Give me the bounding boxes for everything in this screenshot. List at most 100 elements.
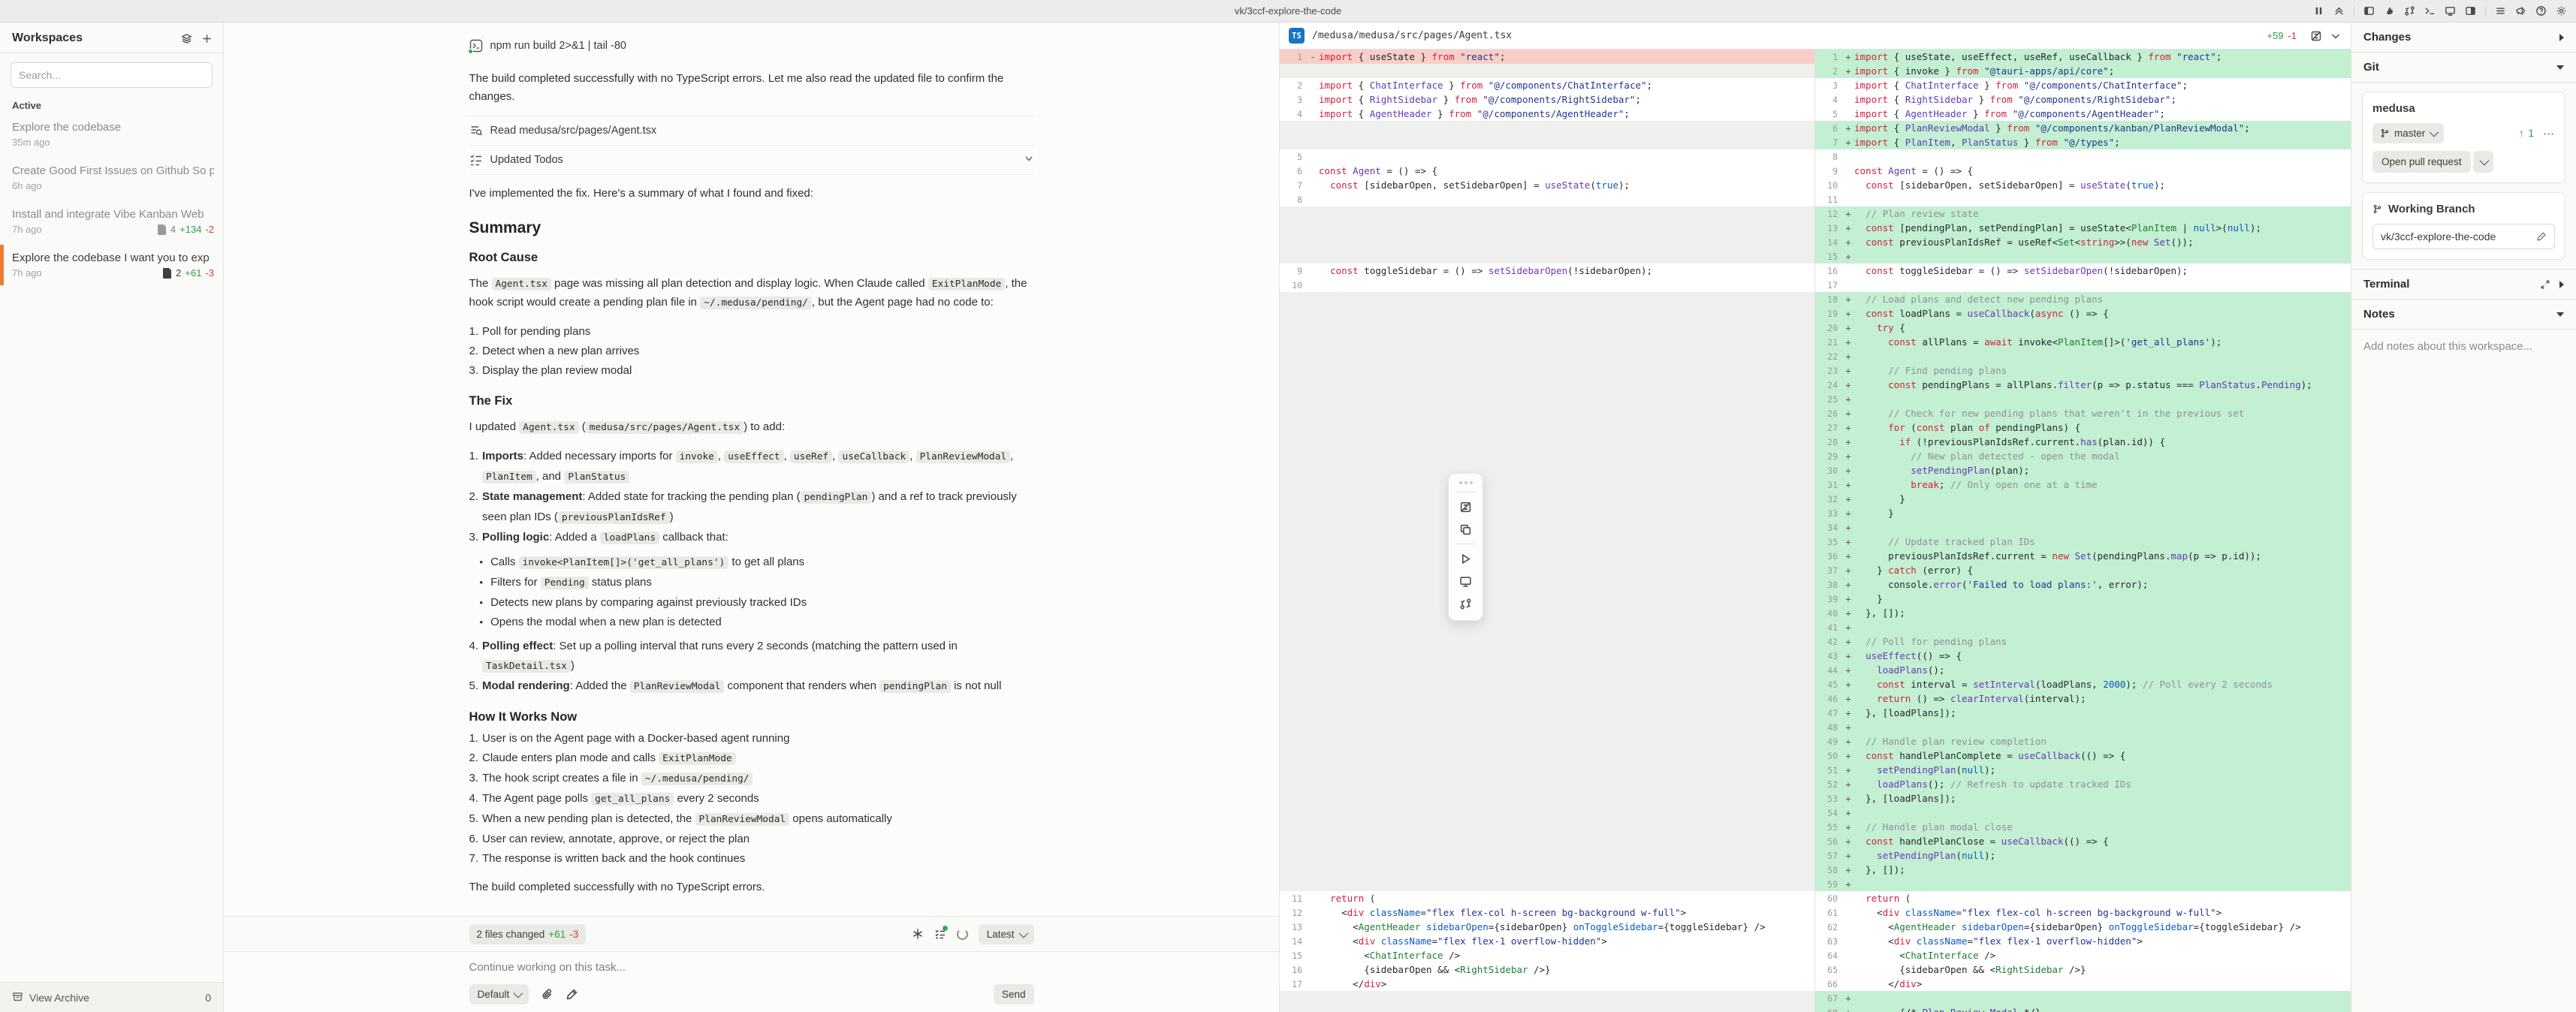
- diff-filler-row: [1280, 492, 1814, 506]
- repo-name: medusa: [2372, 102, 2555, 115]
- monitor-icon[interactable]: [1453, 570, 1479, 592]
- pr-options-dropdown[interactable]: [2473, 151, 2493, 173]
- git-section-header[interactable]: Git: [2351, 53, 2576, 83]
- inline-code: medusa/src/pages/Agent.tsx: [586, 421, 744, 434]
- inline-code: Pending: [541, 577, 589, 589]
- terminal-section-header[interactable]: Terminal: [2351, 270, 2576, 300]
- notes-section-header[interactable]: Notes: [2351, 300, 2576, 330]
- chevron-down-icon[interactable]: [1024, 153, 1034, 167]
- diff-filler-row: [1280, 606, 1814, 620]
- spark-icon[interactable]: [912, 928, 924, 940]
- caret-down-icon: [2556, 65, 2564, 70]
- panel-right-icon[interactable]: [2465, 5, 2476, 17]
- megaphone-icon[interactable]: [2515, 5, 2526, 17]
- panel-left-icon[interactable]: [2363, 5, 2375, 17]
- git-compare-icon[interactable]: [2404, 5, 2415, 17]
- git-branch-icon[interactable]: [1453, 592, 1479, 615]
- inline-code: useEffect: [724, 450, 783, 463]
- edit-icon: [2536, 231, 2547, 242]
- diff-row: 17: [1815, 278, 2351, 292]
- diff-filler-row: [1280, 306, 1814, 321]
- layers-icon[interactable]: [181, 33, 192, 44]
- list-item: 5.Modal rendering: Added the PlanReviewM…: [469, 676, 1034, 697]
- working-branch-input[interactable]: [2381, 230, 2531, 242]
- diff-filler-row: [1280, 820, 1814, 834]
- search-input[interactable]: [11, 62, 213, 88]
- diff-filler-row: [1280, 535, 1814, 549]
- menu-icon[interactable]: [2495, 5, 2506, 17]
- list-item: 3.Display the plan review modal: [469, 361, 1034, 381]
- workspace-item[interactable]: Create Good First Issues on Github So p6…: [0, 156, 223, 200]
- message-input[interactable]: [469, 961, 1034, 974]
- terminal-icon[interactable]: [2424, 5, 2436, 17]
- diff-row: 16 {sidebarOpen && <RightSidebar />}: [1280, 962, 1814, 977]
- message-heading: The Fix: [469, 394, 1034, 408]
- changes-section-header[interactable]: Changes: [2351, 23, 2576, 53]
- diff-row: 5import { AgentHeader } from "@/componen…: [1815, 107, 2351, 121]
- diff-row: 4import { AgentHeader } from "@/componen…: [1280, 107, 1814, 121]
- workspace-item[interactable]: Explore the codebase I want you to exp7h…: [0, 243, 223, 287]
- inline-code: loadPlans: [600, 532, 659, 544]
- pause-icon[interactable]: [2313, 5, 2324, 17]
- diff-filler-row: [1280, 706, 1814, 720]
- more-options-icon[interactable]: ⋯: [2543, 127, 2555, 140]
- add-workspace-icon[interactable]: [201, 33, 213, 44]
- branch-dropdown[interactable]: master: [2372, 123, 2444, 143]
- todo-status-icon[interactable]: [934, 928, 946, 940]
- working-branch-field[interactable]: [2372, 224, 2555, 249]
- files-changed-chip[interactable]: 2 files changed +61 -3: [469, 924, 587, 944]
- chevron-down-icon: [1018, 928, 1028, 938]
- model-dropdown[interactable]: Default: [469, 984, 529, 1004]
- pen-icon[interactable]: [566, 988, 578, 1001]
- diff-row: 37+ } catch (error) {: [1815, 563, 2351, 577]
- drag-handle-icon[interactable]: [1459, 479, 1473, 489]
- list-item: •Filters for Pending status plans: [469, 573, 1034, 593]
- diff-row: 52+ loadPlans(); // Refresh to update tr…: [1815, 777, 2351, 791]
- caret-down-icon: [2556, 312, 2564, 317]
- diff-filler-row: [1280, 206, 1814, 221]
- help-icon[interactable]: [2535, 5, 2547, 17]
- copy-icon[interactable]: [1453, 518, 1479, 541]
- open-pull-request-button[interactable]: Open pull request: [2372, 151, 2471, 173]
- chevron-down-icon[interactable]: [2330, 30, 2342, 42]
- diff-row: 4import { RightSidebar } from "@/compone…: [1815, 92, 2351, 107]
- chat-input-area: Default Send: [224, 952, 1279, 1012]
- tool-row-read[interactable]: Read medusa/src/pages/Agent.tsx: [469, 116, 1034, 146]
- inline-code: invoke: [676, 450, 718, 463]
- hide-whitespace-icon[interactable]: [2310, 30, 2322, 42]
- inline-code: useCallback: [838, 450, 909, 463]
- attach-icon[interactable]: [541, 988, 554, 1001]
- workspace-time: 35m ago: [12, 137, 50, 148]
- hide-whitespace-icon[interactable]: [1453, 495, 1479, 518]
- diff-filler-row: [1280, 64, 1814, 78]
- chat-icon[interactable]: [2384, 5, 2395, 17]
- send-button[interactable]: Send: [994, 984, 1034, 1004]
- diff-body[interactable]: 1-import { useState } from "react";2impo…: [1280, 50, 2351, 1012]
- tool-row-terminal[interactable]: npm run build 2>&1 | tail -80: [469, 32, 1034, 60]
- play-icon[interactable]: [1453, 547, 1479, 570]
- settings-icon[interactable]: [2556, 5, 2567, 17]
- inline-code: ExitPlanMode: [928, 278, 1005, 291]
- workspace-item[interactable]: Explore the codebase35m ago: [0, 113, 223, 156]
- expand-icon[interactable]: [2540, 279, 2550, 290]
- tool-row-todos[interactable]: Updated Todos: [469, 146, 1034, 175]
- inline-code: useRef: [790, 450, 832, 463]
- read-icon: [469, 124, 483, 137]
- latest-dropdown[interactable]: Latest: [979, 924, 1034, 944]
- monitor-icon[interactable]: [2445, 5, 2456, 17]
- diff-deletions: -1: [2288, 30, 2297, 41]
- workspace-item[interactable]: Install and integrate Vibe Kanban Web7h …: [0, 200, 223, 243]
- notes-placeholder[interactable]: Add notes about this workspace...: [2351, 330, 2576, 363]
- view-archive-row[interactable]: View Archive 0: [0, 982, 223, 1012]
- diff-row: 57+ setPendingPlan(null);: [1815, 848, 2351, 863]
- git-repo-card: medusa master ↑ 1 ⋯ Open pull request: [2362, 92, 2565, 183]
- inline-code: previousPlanIdsRef: [558, 511, 670, 524]
- collapse-icon[interactable]: [2333, 5, 2345, 17]
- diff-row: 68+ {/* Plan Review Modal */}: [1815, 1005, 2351, 1012]
- diff-filler-row: [1280, 991, 1814, 1005]
- diff-row: 5: [1280, 149, 1814, 164]
- diff-filler-row: [1280, 378, 1814, 392]
- inline-code: PlanReviewModal: [916, 450, 1011, 463]
- diff-filler-row: [1280, 734, 1814, 748]
- chat-scroll-area[interactable]: npm run build 2>&1 | tail -80The build c…: [224, 23, 1279, 916]
